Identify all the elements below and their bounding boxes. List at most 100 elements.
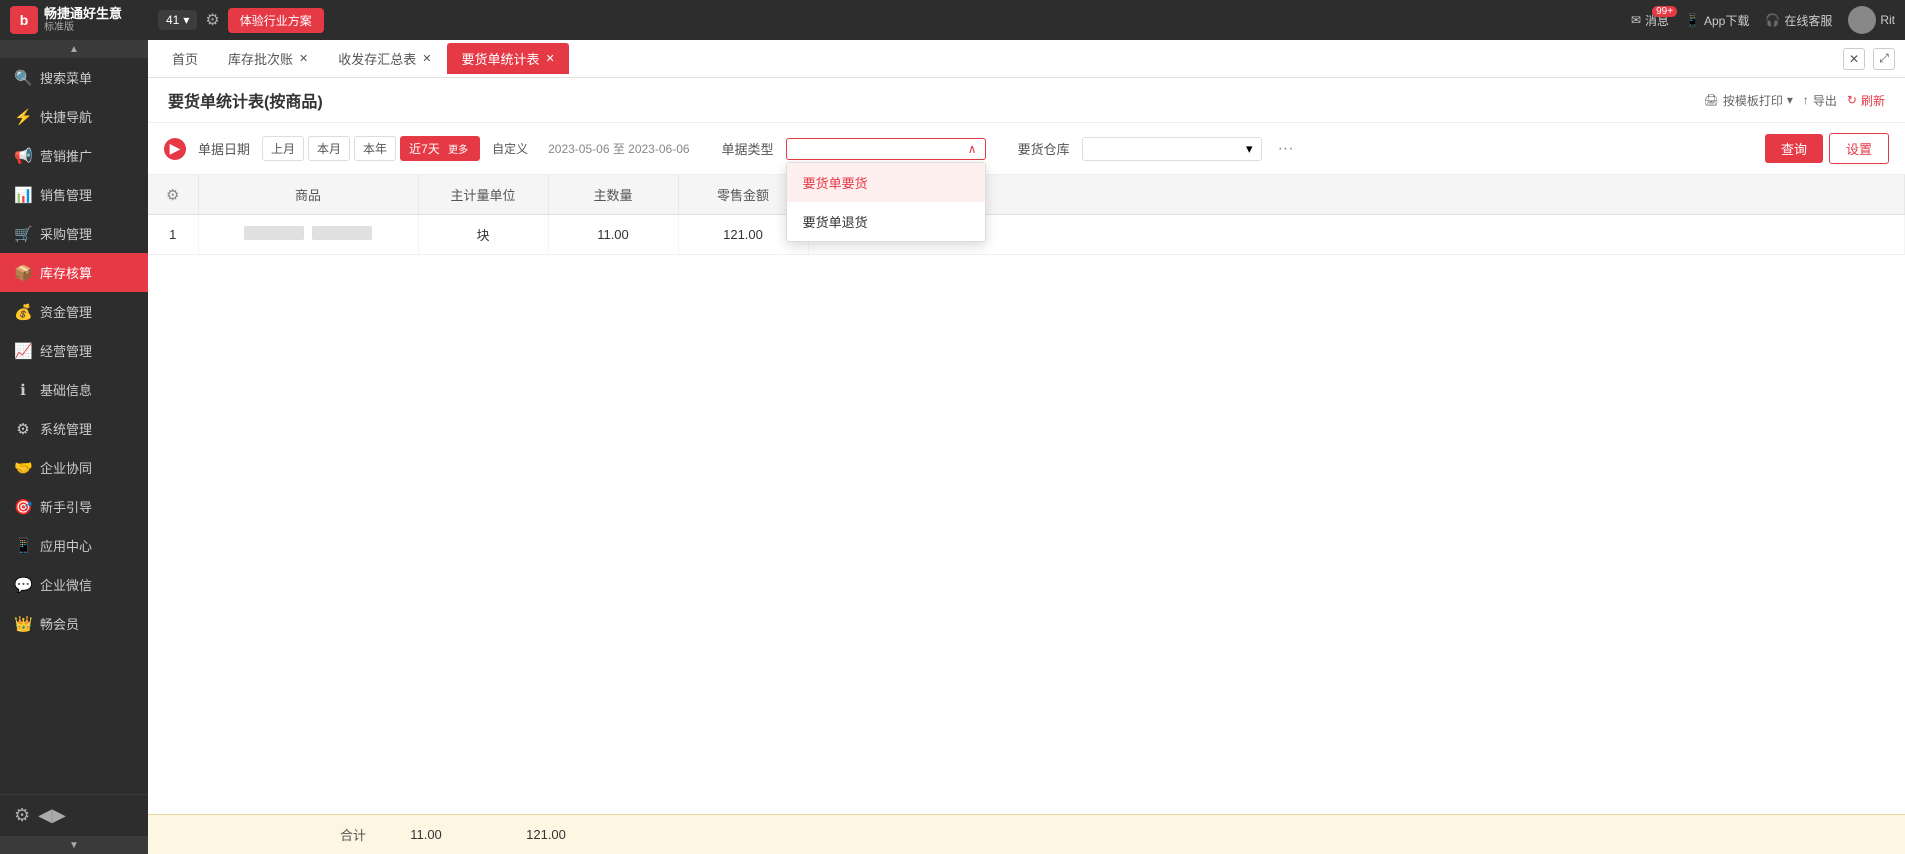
sidebar-item-采购管理[interactable]: 🛒采购管理 <box>0 214 148 253</box>
sidebar-item-搜索菜单[interactable]: 🔍搜索菜单 <box>0 58 148 97</box>
refresh-label: 刷新 <box>1861 92 1885 109</box>
sidebar-item-基础信息[interactable]: ℹ 基础信息 <box>0 370 148 409</box>
user-menu[interactable]: Rit <box>1848 6 1895 34</box>
tab-close-all-btn[interactable]: ✕ <box>1843 48 1865 70</box>
th-product: 商品 <box>198 175 418 215</box>
collapse-icon[interactable]: ◀▶ <box>38 805 66 826</box>
sidebar-icon: 📱 <box>14 537 32 555</box>
sidebar-icon: ℹ <box>14 381 32 399</box>
header-row: ⚙ 商品 主计量单位 主数量 零售金额 <box>148 175 1905 215</box>
print-label: 按模板打印 <box>1723 92 1783 109</box>
sidebar-icon: 🎯 <box>14 498 32 516</box>
type-filter-wrapper: ∧ 要货单要货 要货单退货 <box>786 138 986 160</box>
user-label: Rit <box>1880 13 1895 27</box>
trial-button[interactable]: 体验行业方案 <box>228 8 324 33</box>
footer-amount: 121.00 <box>486 827 606 842</box>
type-dropdown: 要货单要货 要货单退货 <box>786 162 986 242</box>
sidebar-item-快捷导航[interactable]: ⚡ 快捷导航 <box>0 97 148 136</box>
refresh-btn[interactable]: ↻ 刷新 <box>1847 92 1885 109</box>
date-this-month-btn[interactable]: 本月 <box>308 136 350 161</box>
sidebar-bottom: ⚙ ◀▶ <box>0 794 148 836</box>
sidebar-item-销售管理[interactable]: 📊销售管理 <box>0 175 148 214</box>
th-quantity: 主数量 <box>548 175 678 215</box>
gear-icon[interactable]: ⚙ <box>205 10 219 30</box>
tab-close-icon[interactable]: ✕ <box>546 52 555 65</box>
print-arrow-icon: ▾ <box>1787 93 1793 107</box>
sidebar-item-企业协同[interactable]: 🤝企业协同 <box>0 448 148 487</box>
logo-text: 畅捷通好生意 标准版 <box>44 6 122 34</box>
sidebar-item-企业微信[interactable]: 💬企业微信 <box>0 565 148 604</box>
more-filter-btn[interactable]: ··· <box>1278 140 1294 158</box>
sidebar-item-营销推广[interactable]: 📢营销推广 <box>0 136 148 175</box>
sidebar-icon: 📈 <box>14 342 32 360</box>
tab-close-icon[interactable]: ✕ <box>422 52 431 65</box>
refresh-icon: ↻ <box>1847 93 1857 107</box>
brand-main: 畅捷通好生意 <box>44 6 122 22</box>
header-right: ✉ 消息 99+ 📱 App下载 🎧 在线客服 Rit <box>1631 6 1895 34</box>
tab-库存批次账[interactable]: 库存批次账 ✕ <box>214 43 322 74</box>
warehouse-arrow-icon: ▾ <box>1246 141 1253 157</box>
table-footer: 合计 11.00 121.00 <box>148 814 1905 854</box>
settings-button[interactable]: 设置 <box>1829 133 1889 164</box>
sidebar-item-库存核算[interactable]: 📦库存核算 <box>0 253 148 292</box>
sidebar: ▲ 🔍搜索菜单 ⚡ 快捷导航 📢营销推广📊销售管理🛒采购管理📦库存核算💰资金管理📈经营… <box>0 40 148 854</box>
print-icon: 🖨 <box>1704 93 1719 107</box>
sidebar-item-新手引导[interactable]: 🎯新手引导 <box>0 487 148 526</box>
date-7days-btn[interactable]: 近7天 更多 <box>400 136 480 161</box>
sidebar-label: 快捷导航 <box>40 107 92 126</box>
tab-label: 库存批次账 <box>228 49 293 68</box>
sidebar-item-应用中心[interactable]: 📱 应用中心 <box>0 526 148 565</box>
footer-values: 11.00 121.00 <box>366 827 606 842</box>
main-layout: ▲ 🔍搜索菜单 ⚡ 快捷导航 📢营销推广📊销售管理🛒采购管理📦库存核算💰资金管理📈经营… <box>0 40 1905 854</box>
sidebar-label: 应用中心 <box>40 536 92 555</box>
sidebar-item-系统管理[interactable]: ⚙系统管理 <box>0 409 148 448</box>
sidebar-item-资金管理[interactable]: 💰资金管理 <box>0 292 148 331</box>
warehouse-filter-select[interactable]: ▾ <box>1082 137 1262 161</box>
sidebar-scroll-down[interactable]: ▼ <box>0 836 148 854</box>
chevron-down-icon: ▾ <box>183 13 189 27</box>
sidebar-label: 畅会员 <box>40 614 79 633</box>
app-download-btn[interactable]: 📱 App下载 <box>1685 12 1749 29</box>
dropdown-item-order[interactable]: 要货单要货 <box>787 163 985 202</box>
dropdown-item-return[interactable]: 要货单退货 <box>787 202 985 241</box>
sidebar-item-畅会员[interactable]: 👑畅会员 <box>0 604 148 643</box>
date-last-month-btn[interactable]: 上月 <box>262 136 304 161</box>
tab-label: 要货单统计表 <box>461 49 539 68</box>
service-btn[interactable]: 🎧 在线客服 <box>1765 12 1832 29</box>
tab-controls: ✕ ⤢ <box>1843 48 1895 70</box>
headset-icon: 🎧 <box>1765 13 1780 27</box>
settings-bottom-icon[interactable]: ⚙ <box>14 805 30 826</box>
tab-收发存汇总表[interactable]: 收发存汇总表 ✕ <box>324 43 445 74</box>
sidebar-item-经营管理[interactable]: 📈经营管理 <box>0 331 148 370</box>
page-area: 首页库存批次账 ✕收发存汇总表 ✕要货单统计表 ✕ ✕ ⤢ 要货单统计表(按商品… <box>148 40 1905 854</box>
page-title-bar: 要货单统计表(按商品) 🖨 按模板打印 ▾ ↑ 导出 ↻ 刷新 <box>148 78 1905 123</box>
gear-col-icon: ⚙ <box>166 187 179 204</box>
message-btn[interactable]: ✉ 消息 99+ <box>1631 12 1669 29</box>
warehouse-filter-label: 要货仓库 <box>1018 139 1070 158</box>
store-selector[interactable]: 41 ▾ <box>158 10 197 30</box>
type-filter-select[interactable]: ∧ <box>786 138 986 160</box>
product-placeholder2 <box>312 226 372 240</box>
sidebar-icon: ⚡ <box>14 108 32 126</box>
sidebar-label: 系统管理 <box>40 419 92 438</box>
th-gear[interactable]: ⚙ <box>148 175 198 215</box>
sidebar-scroll-up[interactable]: ▲ <box>0 40 148 58</box>
tab-label: 首页 <box>172 49 198 68</box>
export-btn[interactable]: ↑ 导出 <box>1803 92 1837 109</box>
filter-expand-btn[interactable]: ▶ <box>164 138 186 160</box>
tab-首页[interactable]: 首页 <box>158 43 212 74</box>
tab-close-icon[interactable]: ✕ <box>299 52 308 65</box>
sidebar-icon: 📊 <box>14 186 32 204</box>
service-label: 在线客服 <box>1784 12 1832 29</box>
tab-label: 收发存汇总表 <box>338 49 416 68</box>
date-filter-label: 单据日期 <box>198 139 250 158</box>
print-btn[interactable]: 🖨 按模板打印 ▾ <box>1704 92 1793 109</box>
query-button[interactable]: 查询 <box>1765 134 1823 163</box>
date-this-year-btn[interactable]: 本年 <box>354 136 396 161</box>
sidebar-label: 基础信息 <box>40 380 92 399</box>
tab-expand-btn[interactable]: ⤢ <box>1873 48 1895 70</box>
tab-要货单统计表[interactable]: 要货单统计表 ✕ <box>447 43 568 74</box>
store-num: 41 <box>166 13 179 27</box>
date-custom-btn[interactable]: 自定义 <box>484 137 536 160</box>
sidebar-label: 库存核算 <box>40 263 92 282</box>
